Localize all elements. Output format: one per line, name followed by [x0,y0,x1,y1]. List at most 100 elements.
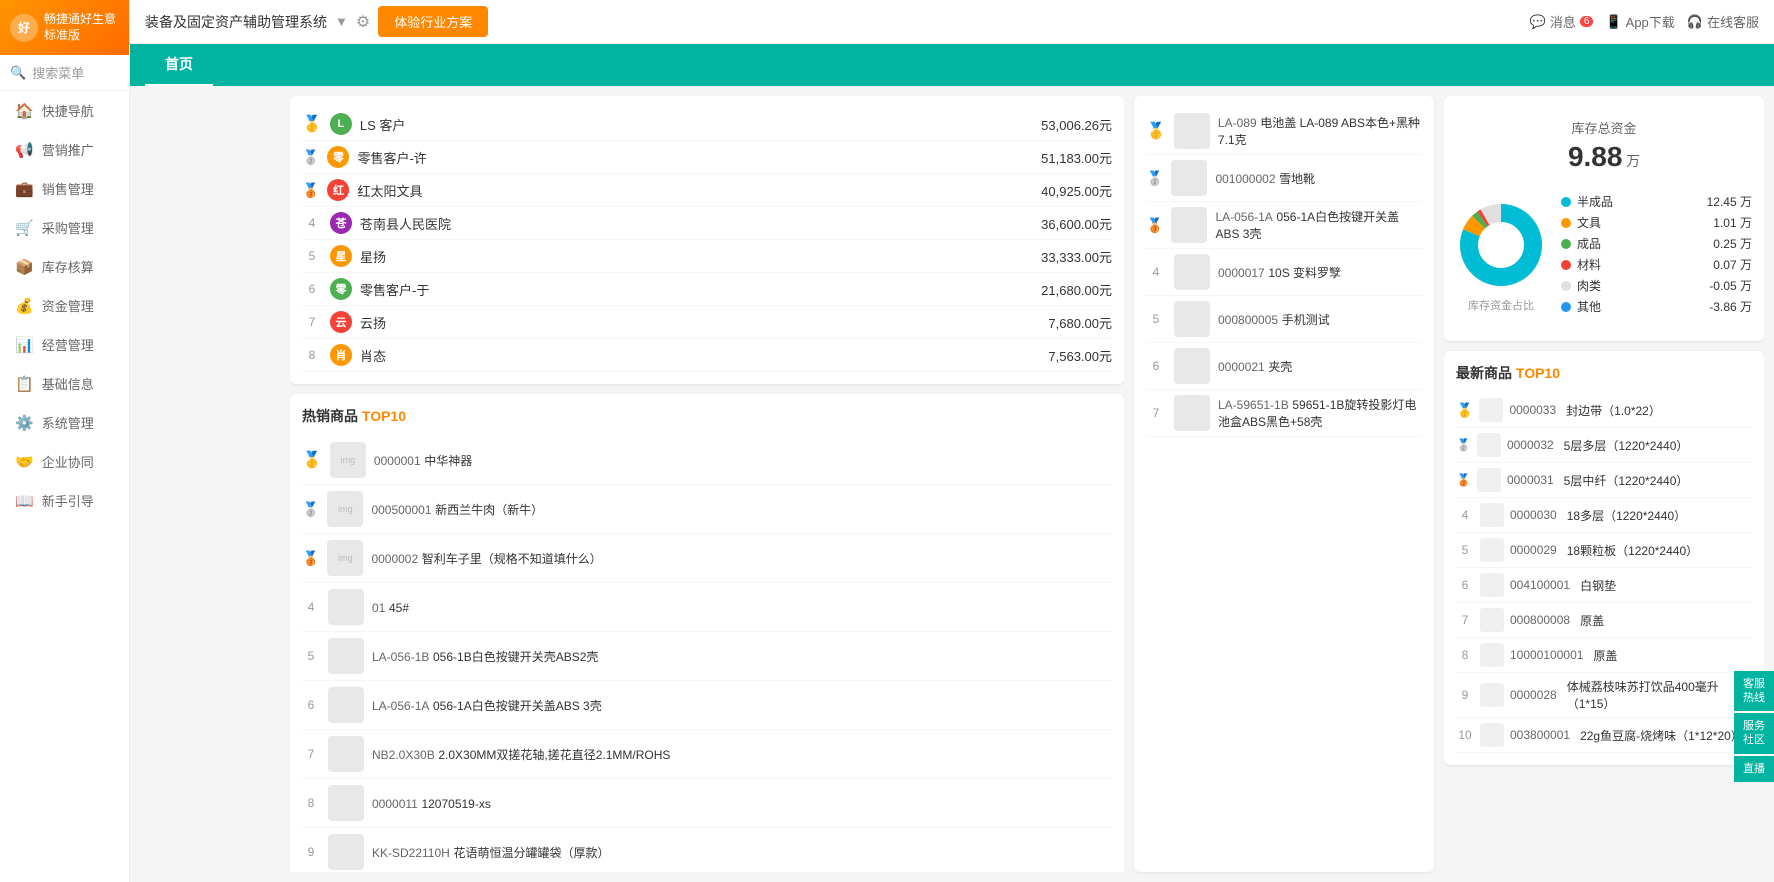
sidebar-search[interactable]: 🔍 搜索菜单 [0,55,129,91]
messages-item[interactable]: 💬 消息 6 [1530,12,1594,31]
product-ranking-panel: 🥇 LA-089 电池盖 LA-089 ABS本色+黑种 7.1克 🥈 0010… [1134,96,1434,872]
sidebar-item-10[interactable]: 📖 新手引导 [0,481,129,520]
product-code: NB2.0X30B [372,748,435,762]
sidebar-item-0[interactable]: 🏠 快捷导航 [0,91,129,130]
hot-products-panel: 热销商品 TOP10 🥇 img 0000001 中华神器 🥈 img 0005… [290,394,1124,872]
right-column: 库存总资金 9.88 万 [1444,96,1764,872]
sidebar-item-1[interactable]: 📢 营销推广 [0,130,129,169]
online-service-item[interactable]: 🎧 在线客服 [1687,12,1759,31]
product-placeholder [328,834,364,870]
menu-label-2: 销售管理 [42,179,94,198]
sidebar-item-2[interactable]: 💼 销售管理 [0,169,129,208]
menu-label-8: 系统管理 [42,413,94,432]
newest-product-img [1477,468,1501,492]
service-community-btn[interactable]: 服务社区 [1734,713,1774,754]
rank-amount: 51,183.00元 [1041,148,1112,167]
inventory-value: 9.88 [1568,141,1623,172]
product-rank-img [1171,160,1207,196]
newest-product-code: 0000028 [1510,688,1557,702]
logo-sub: 标准版 [44,28,116,44]
product-placeholder [328,785,364,821]
product-rank-img [1174,113,1210,149]
rank-amount: 33,333.00元 [1041,247,1112,266]
newest-product-img [1480,573,1504,597]
rank-customer-name: 苍南县人民医院 [360,214,1033,233]
menu-label-7: 基础信息 [42,374,94,393]
newest-product-code: 0000030 [1510,508,1557,522]
nav-tab-0[interactable]: 首页 [145,44,213,86]
product-info: 01 45# [372,600,1112,615]
sidebar-item-3[interactable]: 🛒 采购管理 [0,208,129,247]
customer-rank-table: 🥇 L LS 客户 53,006.26元🥈 零 零售客户-许 51,183.00… [302,108,1112,372]
sidebar-item-6[interactable]: 📊 经营管理 [0,325,129,364]
product-rank-row: 🥈 001000002 雪地靴 [1146,155,1422,202]
system-title: 装备及固定资产辅助管理系统 [145,12,327,32]
rank-num: 6 [1146,359,1166,373]
newest-product-img [1480,643,1504,667]
rank-customer-name: 零售客户-于 [360,280,1033,299]
live-btn[interactable]: 直播 [1734,756,1774,782]
product-rank-info: 0000021 夹壳 [1218,358,1422,375]
newest-product-code: 0000031 [1507,473,1554,487]
hot-products-list: 🥇 img 0000001 中华神器 🥈 img 000500001 新西兰牛肉… [302,436,1112,872]
customer-service-btn[interactable]: 客服热线 [1734,671,1774,712]
customer-rank-row: 🥈 零 零售客户-许 51,183.00元 [302,141,1112,174]
hot-product-row: 7 NB2.0X30B 2.0X30MM双搓花轴,搓花直径2.1MM/ROHS [302,730,1112,779]
rank-amount: 53,006.26元 [1041,115,1112,134]
product-rank-img [1174,395,1210,431]
sidebar-item-5[interactable]: 💰 资金管理 [0,286,129,325]
settings-icon[interactable]: ⚙ [356,12,370,32]
sidebar-item-7[interactable]: 📋 基础信息 [0,364,129,403]
rank-num: 6 [302,282,322,296]
sidebar-item-9[interactable]: 🤝 企业协同 [0,442,129,481]
newest-rank-num: 8 [1456,648,1474,662]
legend-item: 其他 -3.86 万 [1561,298,1752,315]
product-code: 0000002 [371,552,418,566]
newest-products-list: 🥇 0000033 封边带（1.0*22）🥈 0000032 5层多层（1220… [1456,393,1752,753]
medal-gold-icon: 🥇 [1456,402,1473,419]
newest-products-title: 最新商品 TOP10 [1456,363,1752,383]
product-thumbnail: img [327,540,363,576]
experience-button[interactable]: 体验行业方案 [378,6,488,37]
product-rank-info: 001000002 雪地靴 [1215,170,1422,187]
messages-badge: 6 [1580,16,1594,27]
inventory-label: 库存总资金 [1456,118,1752,137]
medal-silver-icon: 🥈 [302,149,319,166]
customer-ranking-panel: 🥇 L LS 客户 53,006.26元🥈 零 零售客户-许 51,183.00… [290,96,1124,384]
product-placeholder [328,638,364,674]
menu-icon-9: 🤝 [15,453,34,471]
product-rank-name: 手机测试 [1282,313,1330,327]
product-rank-num: 6 [302,698,320,712]
inventory-unit: 万 [1626,153,1640,169]
customer-rank-row: 8 肖 肖态 7,563.00元 [302,339,1112,372]
sidebar-item-4[interactable]: 📦 库存核算 [0,247,129,286]
app-download-item[interactable]: 📱 App下载 [1605,12,1674,31]
rank-customer-name: 星扬 [360,247,1033,266]
messages-label: 消息 [1550,12,1576,31]
rank-amount: 21,680.00元 [1041,280,1112,299]
newest-product-code: 003800001 [1510,728,1570,742]
product-rank-info: 0000017 10S 变料罗孼 [1218,264,1422,281]
product-img [328,687,364,723]
search-label: 搜索菜单 [32,63,84,82]
hot-product-row: 8 0000011 12070519-xs [302,779,1112,828]
legend-dot [1561,302,1571,312]
newest-product-img [1480,683,1504,707]
rank-num: 7 [302,315,322,329]
medal-bronze-icon: 🥉 [302,182,319,199]
product-rank-name: 10S 变料罗孼 [1268,266,1341,280]
sidebar-item-8[interactable]: ⚙️ 系统管理 [0,403,129,442]
medal-silver-icon: 🥈 [302,501,319,518]
message-icon: 💬 [1530,14,1546,30]
rank-badge: L [330,113,352,135]
product-name: 2.0X30MM双搓花轴,搓花直径2.1MM/ROHS [438,748,670,762]
product-thumbnail: img [327,491,363,527]
newest-rank-num: 6 [1456,578,1474,592]
newest-product-code: 0000029 [1510,543,1557,557]
sidebar: 好 畅捷通好生意 标准版 🔍 搜索菜单 🏠 快捷导航📢 营销推广💼 销售管理🛒 … [0,0,130,882]
inventory-panel: 库存总资金 9.88 万 [1444,96,1764,341]
dropdown-icon[interactable]: ▼ [335,14,348,29]
medal-bronze-icon: 🥉 [1456,473,1471,487]
legend-list: 半成品 12.45 万 文具 1.01 万 成品 0.25 万 材料 0.07 … [1561,193,1752,319]
rank-amount: 7,680.00元 [1048,313,1112,332]
